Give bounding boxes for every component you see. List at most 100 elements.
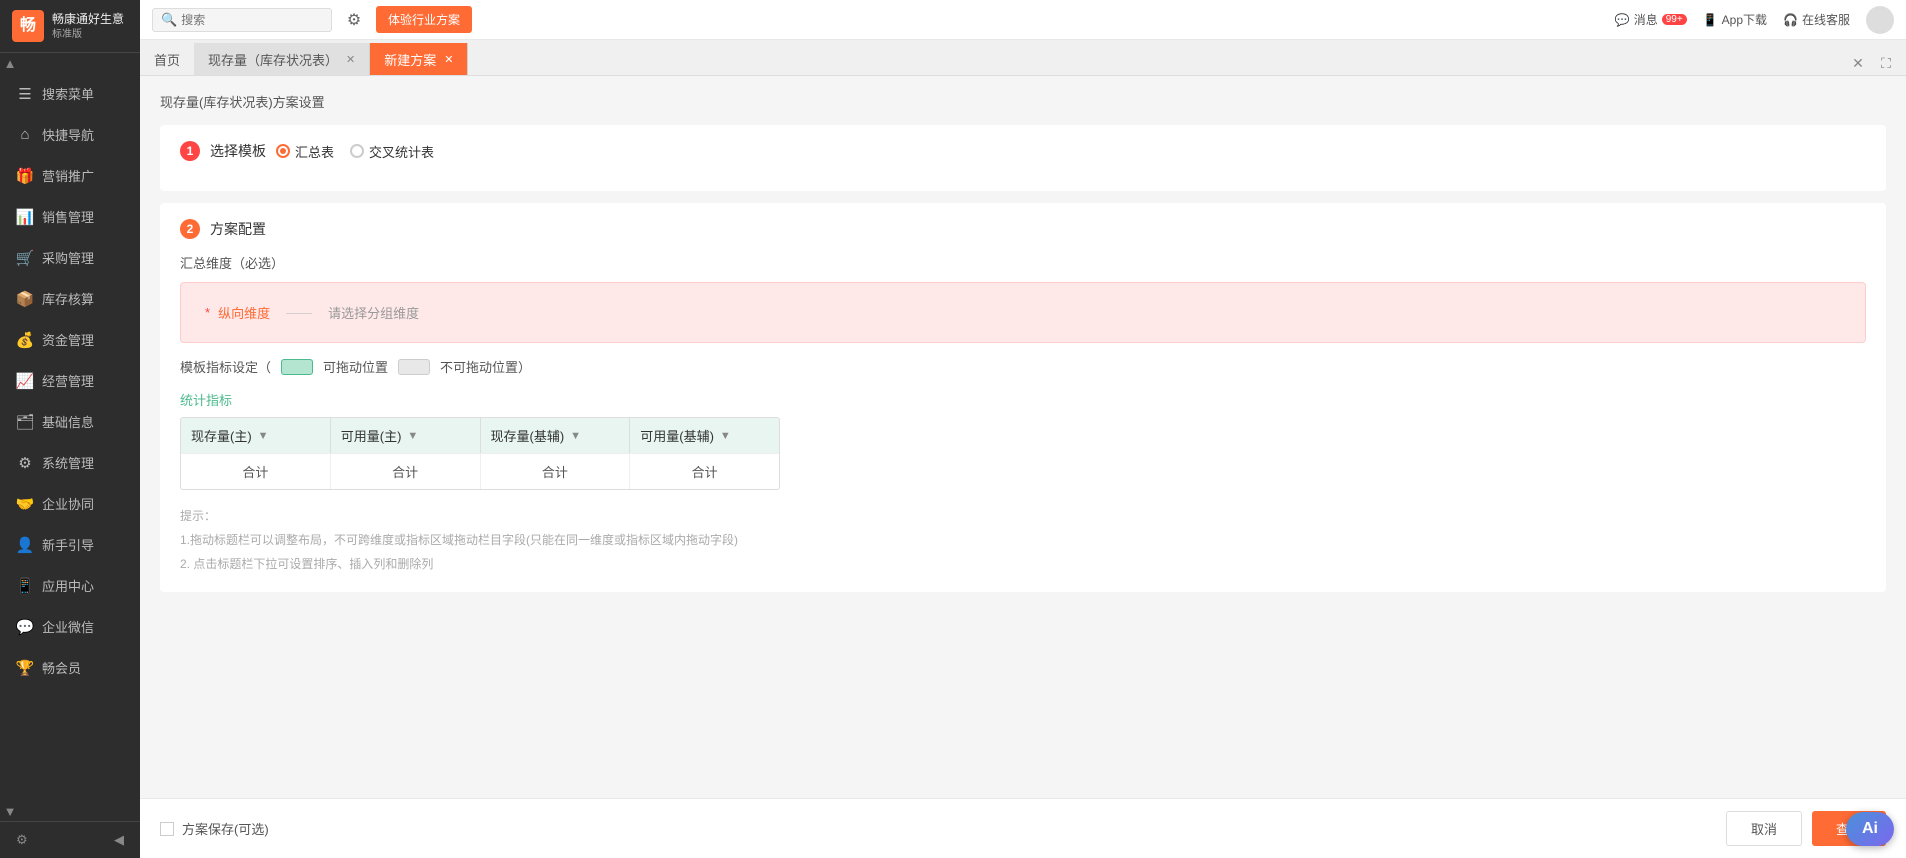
stats-cell-2: 合计 — [481, 454, 631, 489]
sidebar-item-sales[interactable]: 📊 销售管理 — [0, 196, 140, 237]
save-label: 方案保存(可选) — [182, 819, 269, 838]
tips-line-2: 2. 点击标题栏下拉可设置排序、插入列和删除列 — [180, 557, 433, 571]
template-radio-group: 汇总表 交叉统计表 — [276, 142, 434, 161]
sidebar-item-system[interactable]: ⚙ 系统管理 — [0, 442, 140, 483]
search-input[interactable] — [181, 13, 321, 27]
tab-inventory-status[interactable]: 现存量（库存状况表） ✕ — [194, 43, 370, 75]
vertical-dim-area[interactable]: * 纵向维度 —— 请选择分组维度 — [180, 282, 1866, 343]
sidebar-logo: 畅 畅康通好生意 标准版 — [0, 0, 140, 53]
industry-btn[interactable]: 体验行业方案 — [376, 6, 472, 33]
enterprise-icon: 🤝 — [16, 495, 34, 513]
sidebar-item-label: 基础信息 — [42, 412, 94, 431]
step1-section: 1 选择模板 汇总表 交叉统计表 — [160, 125, 1886, 191]
tab-inventory-close[interactable]: ✕ — [346, 53, 355, 66]
messages-label: 消息 — [1634, 11, 1658, 28]
basic-info-icon: 🗂 — [16, 413, 34, 431]
tips-line-1: 1.拖动标题栏可以调整布局，不可跨维度或指标区域拖动栏目字段(只能在同一维度或指… — [180, 533, 738, 547]
messages-btn[interactable]: 💬 消息 99+ — [1615, 11, 1687, 28]
col-header-0[interactable]: 现存量(主) ▼ — [181, 418, 331, 453]
sidebar-item-label: 企业协同 — [42, 494, 94, 513]
step2-title: 方案配置 — [210, 219, 266, 239]
app-edition: 标准版 — [52, 28, 124, 41]
message-icon: 💬 — [1615, 13, 1630, 27]
ai-label: Ai — [1862, 820, 1878, 838]
dim-dash: —— — [286, 305, 312, 320]
search-icon: 🔍 — [161, 12, 177, 28]
sidebar-item-label: 搜索菜单 — [42, 84, 94, 103]
tab-new-scheme[interactable]: 新建方案 ✕ — [370, 43, 468, 75]
onboarding-icon: 👤 — [16, 536, 34, 554]
col-header-2[interactable]: 现存量(基辅) ▼ — [481, 418, 631, 453]
sidebar-footer: ⚙ ◀ — [0, 821, 140, 858]
topbar: 🔍 ⚙ 体验行业方案 💬 消息 99+ 📱 App下载 🎧 在线客服 — [140, 0, 1906, 40]
radio-summary[interactable]: 汇总表 — [276, 142, 334, 161]
summary-dim-label: 汇总维度（必选） — [180, 253, 1866, 272]
settings-icon[interactable]: ⚙ — [16, 832, 28, 848]
ai-float-button[interactable]: Ai — [1846, 812, 1894, 846]
app-name: 畅康通好生意 — [52, 11, 124, 28]
inventory-icon: 📦 — [16, 290, 34, 308]
topbar-search-box[interactable]: 🔍 — [152, 8, 332, 32]
tabs-right: ✕ ⛶ — [1838, 51, 1906, 75]
radio-cross[interactable]: 交叉统计表 — [350, 142, 434, 161]
sidebar-scroll-down[interactable]: ▼ — [0, 801, 20, 821]
non-draggable-indicator-box — [398, 359, 430, 375]
col-label-0: 现存量(主) — [191, 426, 252, 445]
sidebar-item-label: 应用中心 — [42, 576, 94, 595]
save-checkbox[interactable] — [160, 822, 174, 836]
draggable-label: 可拖动位置 — [323, 357, 388, 376]
sidebar-item-app-center[interactable]: 📱 应用中心 — [0, 565, 140, 606]
stats-table-data-row: 合计 合计 合计 合计 — [181, 453, 779, 489]
sidebar-item-basic-info[interactable]: 🗂 基础信息 — [0, 401, 140, 442]
col-label-3: 可用量(基辅) — [640, 426, 714, 445]
app-download-label: App下载 — [1722, 11, 1767, 28]
col-chevron-3: ▼ — [720, 430, 731, 442]
online-support-btn[interactable]: 🎧 在线客服 — [1783, 11, 1850, 28]
step1-badge: 1 — [180, 141, 200, 161]
logo-icon: 畅 — [12, 10, 44, 42]
sidebar-item-member[interactable]: 🏆 畅会员 — [0, 647, 140, 688]
stats-table: 现存量(主) ▼ 可用量(主) ▼ 现存量(基辅) ▼ 可用量(基辅) ▼ — [180, 417, 780, 490]
col-header-3[interactable]: 可用量(基辅) ▼ — [630, 418, 779, 453]
tab-home[interactable]: 首页 — [140, 43, 194, 75]
sidebar: 畅 畅康通好生意 标准版 ▲ ☰ 搜索菜单 ⌂ 快捷导航 🎁 营销推广 📊 销售… — [0, 0, 140, 858]
app-center-icon: 📱 — [16, 577, 34, 595]
sidebar-item-label: 系统管理 — [42, 453, 94, 472]
col-header-1[interactable]: 可用量(主) ▼ — [331, 418, 481, 453]
sidebar-item-label: 库存核算 — [42, 289, 94, 308]
sidebar-scroll-up[interactable]: ▲ — [0, 53, 20, 73]
sidebar-item-marketing[interactable]: 🎁 营销推广 — [0, 155, 140, 196]
download-icon: 📱 — [1703, 13, 1718, 27]
sidebar-toggle-icon[interactable]: ◀ — [114, 832, 124, 848]
sidebar-item-label: 资金管理 — [42, 330, 94, 349]
sidebar-item-purchasing[interactable]: 🛒 采购管理 — [0, 237, 140, 278]
sidebar-item-finance[interactable]: 💰 资金管理 — [0, 319, 140, 360]
sidebar-item-search-menu[interactable]: ☰ 搜索菜单 — [0, 73, 140, 114]
sidebar-item-enterprise[interactable]: 🤝 企业协同 — [0, 483, 140, 524]
quick-nav-icon: ⌂ — [16, 126, 34, 144]
tab-new-scheme-close[interactable]: ✕ — [444, 53, 453, 66]
user-avatar[interactable] — [1866, 6, 1894, 34]
cancel-button[interactable]: 取消 — [1726, 811, 1802, 846]
sidebar-item-label: 采购管理 — [42, 248, 94, 267]
sidebar-item-label: 销售管理 — [42, 207, 94, 226]
sidebar-item-enterprise-wx[interactable]: 💬 企业微信 — [0, 606, 140, 647]
messages-badge: 99+ — [1662, 14, 1687, 25]
col-chevron-2: ▼ — [570, 430, 581, 442]
col-chevron-0: ▼ — [258, 430, 269, 442]
indicator-prefix: 模板指标设定（ — [180, 357, 271, 376]
tips-title: 提示： — [180, 509, 216, 523]
col-chevron-1: ▼ — [407, 430, 418, 442]
tab-close-all[interactable]: ✕ — [1846, 51, 1870, 75]
stats-table-header-row: 现存量(主) ▼ 可用量(主) ▼ 现存量(基辅) ▼ 可用量(基辅) ▼ — [181, 418, 779, 453]
step2-section: 2 方案配置 汇总维度（必选） * 纵向维度 —— 请选择分组维度 模板指标设定… — [160, 203, 1886, 592]
dim-placeholder: 请选择分组维度 — [328, 303, 419, 322]
tab-expand[interactable]: ⛶ — [1874, 51, 1898, 75]
sidebar-item-onboarding[interactable]: 👤 新手引导 — [0, 524, 140, 565]
sidebar-item-label: 快捷导航 — [42, 125, 94, 144]
sidebar-item-operation[interactable]: 📈 经营管理 — [0, 360, 140, 401]
settings-btn[interactable]: ⚙ — [340, 6, 368, 34]
sidebar-item-inventory[interactable]: 📦 库存核算 — [0, 278, 140, 319]
sidebar-item-quick-nav[interactable]: ⌂ 快捷导航 — [0, 114, 140, 155]
app-download-btn[interactable]: 📱 App下载 — [1703, 11, 1767, 28]
